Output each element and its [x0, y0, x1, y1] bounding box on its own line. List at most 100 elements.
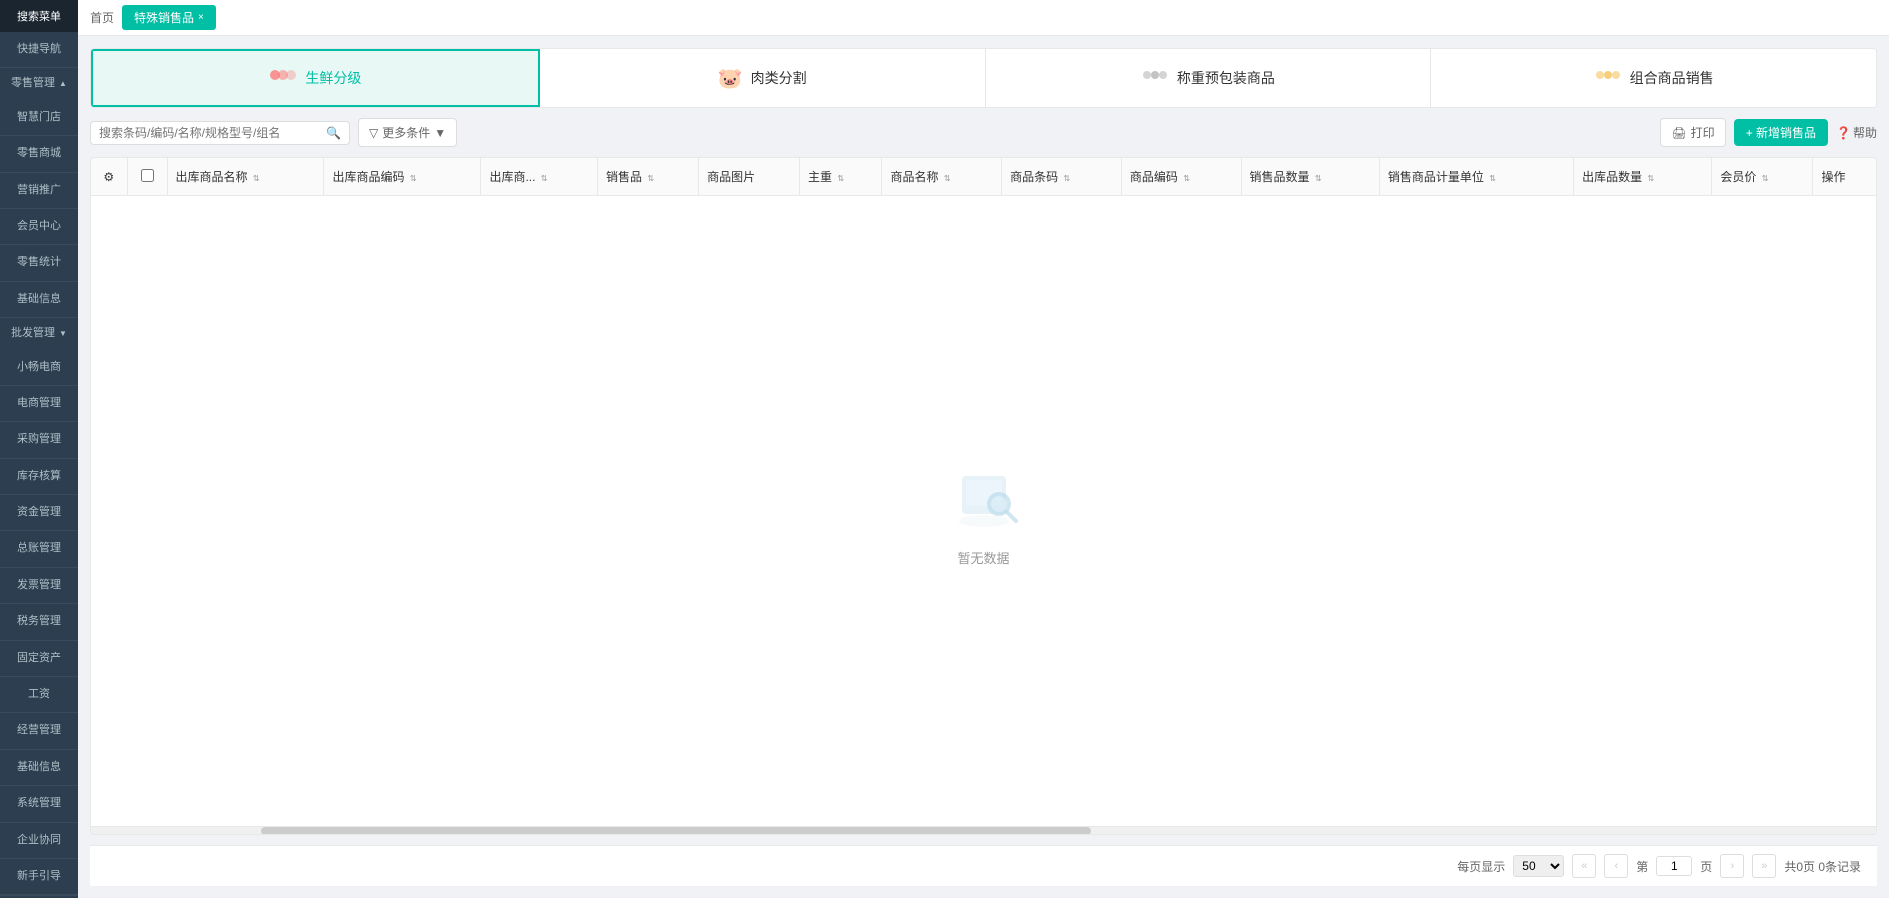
sort-arrows-member-price: ⇅ [1762, 174, 1769, 183]
add-product-button[interactable]: + 新增销售品 [1734, 119, 1828, 146]
combo-sale-icon [1594, 65, 1622, 91]
horizontal-scrollbar[interactable] [91, 826, 1876, 834]
th-product-barcode[interactable]: 商品条码 ⇅ [1002, 158, 1122, 196]
tab-label: 特殊销售品 [134, 9, 194, 26]
sidebar-item-finance[interactable]: 资金管理 [0, 495, 78, 531]
cat-tab-combo-sale[interactable]: 组合商品销售 [1431, 49, 1876, 107]
data-table-container: ⚙ 出库商品名称 ⇅ 出库商品编码 ⇅ [90, 157, 1877, 835]
page-label-prefix: 第 [1636, 858, 1648, 875]
category-tabs: 生鲜分级 🐷 肉类分割 称重预包装商品 [90, 48, 1877, 108]
pagination: 每页显示 10 20 50 100 « ‹ 第 页 › » 共0页 0条记录 [90, 845, 1877, 886]
sidebar-item-payroll[interactable]: 工资 [0, 677, 78, 713]
th-sale-unit[interactable]: 销售商品计量单位 ⇅ [1379, 158, 1573, 196]
sidebar-item-sales-promo[interactable]: 营销推广 [0, 173, 78, 209]
th-product-image[interactable]: 商品图片 [699, 158, 800, 196]
th-product-code[interactable]: 商品编码 ⇅ [1121, 158, 1241, 196]
filter-button[interactable]: ▽ 更多条件 ▼ [358, 118, 457, 147]
cat-tab-fresh-grade[interactable]: 生鲜分级 [91, 49, 540, 107]
table-header-row: ⚙ 出库商品名称 ⇅ 出库商品编码 ⇅ [91, 158, 1876, 196]
th-out-product-spec[interactable]: 出库商... ⇅ [481, 158, 598, 196]
page-size-label: 每页显示 [1457, 858, 1505, 875]
sidebar-item-purchase-mgmt[interactable]: 采购管理 [0, 422, 78, 458]
sort-arrows-sale-unit: ⇅ [1489, 174, 1496, 183]
empty-state-icon [944, 456, 1024, 536]
active-tab[interactable]: 特殊销售品 × [122, 5, 216, 30]
help-button[interactable]: ❓ 帮助 [1836, 124, 1877, 141]
th-checkbox[interactable] [127, 158, 167, 196]
cat-tab-meat-cut-label: 肉类分割 [751, 68, 807, 88]
sidebar-item-tax[interactable]: 税务管理 [0, 604, 78, 640]
sidebar-item-member-center[interactable]: 会员中心 [0, 209, 78, 245]
search-icon[interactable]: 🔍 [326, 126, 341, 140]
th-weight[interactable]: 主重 ⇅ [800, 158, 882, 196]
th-member-price[interactable]: 会员价 ⇅ [1712, 158, 1813, 196]
select-all-checkbox[interactable] [141, 169, 154, 182]
sidebar-item-retail-mall[interactable]: 零售商城 [0, 136, 78, 172]
sort-arrows-product-barcode: ⇅ [1064, 174, 1071, 183]
page-size-select[interactable]: 10 20 50 100 [1513, 855, 1564, 877]
cat-tab-combo-sale-label: 组合商品销售 [1630, 68, 1714, 88]
sort-arrows-sale-qty: ⇅ [1315, 174, 1322, 183]
th-product-name[interactable]: 商品名称 ⇅ [882, 158, 1002, 196]
th-action: 操作 [1813, 158, 1876, 196]
add-label: + 新增销售品 [1746, 124, 1816, 141]
th-out-product-name[interactable]: 出库商品名称 ⇅ [167, 158, 324, 196]
search-input[interactable] [99, 126, 326, 140]
page-label-suffix: 页 [1700, 858, 1712, 875]
tab-close-icon[interactable]: × [198, 12, 204, 23]
main-content: 首页 特殊销售品 × 生鲜分级 🐷 肉类分割 [78, 0, 1889, 898]
last-page-button[interactable]: » [1752, 854, 1776, 878]
sidebar-item-ecom-mgmt[interactable]: 电商管理 [0, 386, 78, 422]
cat-tab-meat-cut[interactable]: 🐷 肉类分割 [540, 49, 986, 107]
filter-arrow-icon: ▼ [434, 126, 446, 140]
th-out-qty[interactable]: 出库品数量 ⇅ [1574, 158, 1712, 196]
page-input[interactable] [1656, 856, 1692, 876]
prev-page-button[interactable]: ‹ [1604, 854, 1628, 878]
filter-label: 更多条件 [382, 124, 430, 141]
settings-icon[interactable]: ⚙ [103, 170, 114, 184]
sidebar-item-inventory[interactable]: 库存核算 [0, 459, 78, 495]
th-out-product-code[interactable]: 出库商品编码 ⇅ [324, 158, 481, 196]
home-link[interactable]: 首页 [90, 9, 114, 26]
sidebar-item-retail-mgmt[interactable]: 零售管理 [0, 68, 78, 99]
sort-arrows-weight: ⇅ [837, 174, 844, 183]
sidebar-item-fixed-assets[interactable]: 固定资产 [0, 641, 78, 677]
cat-tab-fresh-grade-label: 生鲜分级 [305, 68, 361, 88]
next-page-button[interactable]: › [1720, 854, 1744, 878]
sidebar-item-basic-info2[interactable]: 基础信息 [0, 750, 78, 786]
sort-arrows-out-product-code: ⇅ [410, 174, 417, 183]
sidebar-item-enterprise[interactable]: 企业协同 [0, 823, 78, 859]
th-settings[interactable]: ⚙ [91, 158, 127, 196]
sidebar-item-ops-mgmt[interactable]: 经营管理 [0, 713, 78, 749]
sidebar-item-smart-store[interactable]: 智慧门店 [0, 100, 78, 136]
sidebar-item-general-ledger[interactable]: 总账管理 [0, 531, 78, 567]
filter-icon: ▽ [369, 126, 378, 140]
sidebar-item-new-guide[interactable]: 新手引导 [0, 859, 78, 895]
sort-arrows-out-product-name: ⇅ [253, 174, 260, 183]
sidebar: 搜索菜单 快捷导航 零售管理 智慧门店 零售商城 营销推广 会员中心 零售统计 … [0, 0, 78, 898]
first-page-button[interactable]: « [1572, 854, 1596, 878]
sort-arrows-out-product-spec: ⇅ [541, 174, 548, 183]
cat-tab-weight-pack-label: 称重预包装商品 [1177, 68, 1275, 88]
empty-text: 暂无数据 [957, 548, 1009, 567]
th-sale-product[interactable]: 销售品 ⇅ [598, 158, 699, 196]
sidebar-item-sys-mgmt[interactable]: 系统管理 [0, 786, 78, 822]
sidebar-item-mini-ecom[interactable]: 小畅电商 [0, 350, 78, 386]
print-icon: 🖨 [1671, 126, 1686, 140]
sidebar-item-invoice[interactable]: 发票管理 [0, 568, 78, 604]
search-box[interactable]: 🔍 [90, 121, 350, 145]
cat-tab-weight-pack[interactable]: 称重预包装商品 [986, 49, 1432, 107]
sidebar-item-wholesale-mgmt[interactable]: 批发管理 [0, 318, 78, 349]
toolbar: 🔍 ▽ 更多条件 ▼ 🖨 打印 + 新增销售品 ❓ 帮助 [90, 118, 1877, 147]
sort-arrows-out-qty: ⇅ [1647, 174, 1654, 183]
sidebar-item-quick-nav[interactable]: 快捷导航 [0, 32, 78, 68]
scrollbar-thumb[interactable] [261, 827, 1091, 835]
th-sale-qty[interactable]: 销售品数量 ⇅ [1241, 158, 1379, 196]
meat-cut-icon: 🐷 [718, 66, 743, 91]
print-button[interactable]: 🖨 打印 [1660, 118, 1725, 147]
sidebar-item-retail-stats[interactable]: 零售统计 [0, 245, 78, 281]
toolbar-left: 🔍 ▽ 更多条件 ▼ [90, 118, 457, 147]
sidebar-item-basic-info[interactable]: 基础信息 [0, 282, 78, 318]
sidebar-logo[interactable]: 搜索菜单 [0, 0, 78, 32]
topbar: 首页 特殊销售品 × [78, 0, 1889, 36]
